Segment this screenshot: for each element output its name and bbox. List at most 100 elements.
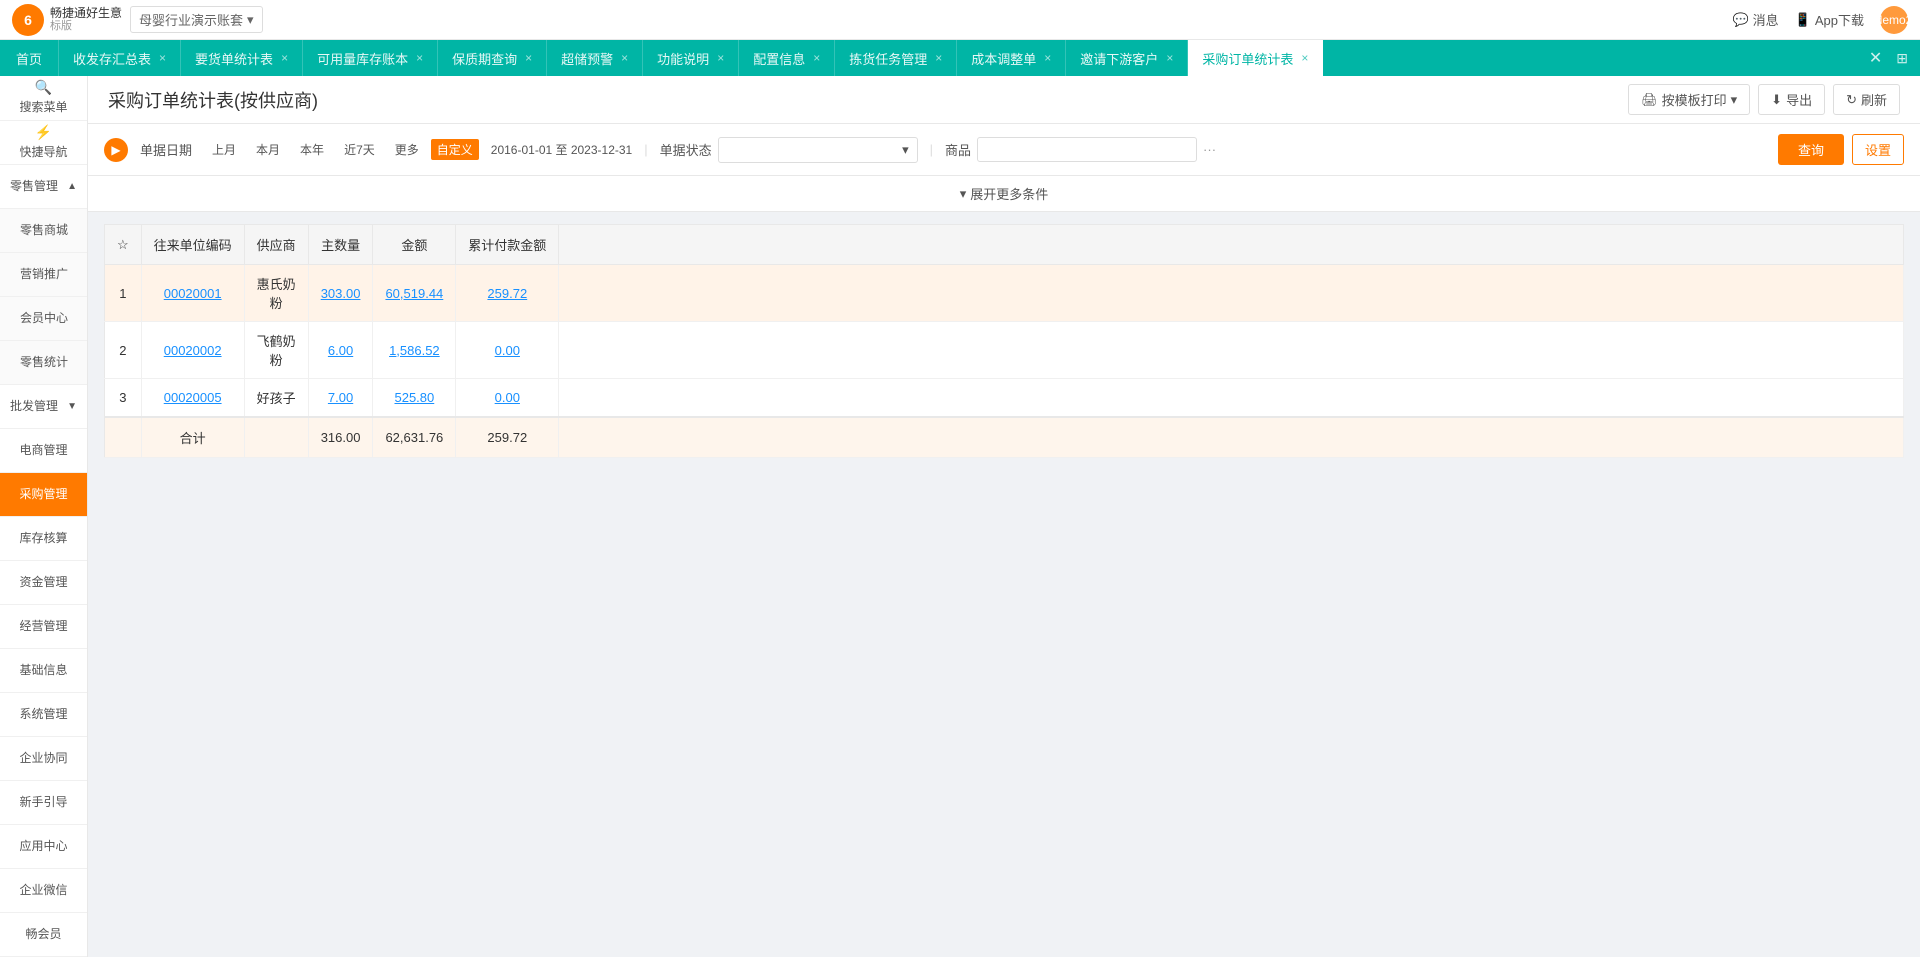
settings-button[interactable]: 设置 xyxy=(1852,134,1904,165)
close-tab-yhtj[interactable]: × xyxy=(281,51,288,65)
shortcut-7-days[interactable]: 近7天 xyxy=(336,139,383,160)
status-select[interactable]: ▾ xyxy=(718,137,918,163)
chevron-down-icon: ▾ xyxy=(247,12,254,28)
sidebar-item-appcenter[interactable]: 应用中心 xyxy=(0,825,87,869)
sidebar-item-vip[interactable]: 畅会员 xyxy=(0,913,87,957)
sidebar-item-search[interactable]: 🔍 搜索菜单 xyxy=(0,76,87,121)
close-tab-gnms[interactable]: × xyxy=(717,51,724,65)
refresh-button[interactable]: ↻ 刷新 xyxy=(1833,84,1900,115)
close-tab-phrkgl[interactable]: × xyxy=(935,51,942,65)
sidebar-item-inventory[interactable]: 库存核算 xyxy=(0,517,87,561)
sidebar-item-marketing[interactable]: 营销推广 xyxy=(0,253,87,297)
expand-tabs-button[interactable]: ⊞ xyxy=(1892,50,1912,67)
filter-actions: 查询 设置 xyxy=(1778,134,1904,165)
tab-gnms[interactable]: 功能说明 × xyxy=(643,40,739,76)
close-tab-kylkzb[interactable]: × xyxy=(416,51,423,65)
row-amount[interactable]: 525.80 xyxy=(373,379,456,418)
sidebar-item-shortcut[interactable]: ⚡ 快捷导航 xyxy=(0,121,87,166)
tab-home[interactable]: 首页 xyxy=(0,40,59,76)
date-range-display: 2016-01-01 至 2023-12-31 xyxy=(491,141,632,158)
close-tab-ccyj[interactable]: × xyxy=(621,51,628,65)
tab-ccyj[interactable]: 超储预警 × xyxy=(547,40,643,76)
shortcut-last-month[interactable]: 上月 xyxy=(204,139,244,160)
sidebar-item-purchase[interactable]: 采购管理 xyxy=(0,473,87,517)
sidebar-item-wechat[interactable]: 企业微信 xyxy=(0,869,87,913)
sidebar-item-member[interactable]: 会员中心 xyxy=(0,297,87,341)
sidebar-item-enterprise[interactable]: 企业协同 xyxy=(0,737,87,781)
shortcut-more[interactable]: 更多 xyxy=(387,139,427,160)
row-amount[interactable]: 60,519.44 xyxy=(373,265,456,322)
logo-icon: 6 xyxy=(12,4,44,36)
row-amount[interactable]: 1,586.52 xyxy=(373,322,456,379)
product-more-icon[interactable]: ··· xyxy=(1203,142,1216,157)
shortcut-this-month[interactable]: 本月 xyxy=(248,139,288,160)
message-action[interactable]: 💬 消息 xyxy=(1732,10,1778,29)
sidebar-item-wholesale[interactable]: 批发管理 ▼ xyxy=(0,385,87,429)
date-shortcuts: 上月 本月 本年 近7天 更多 自定义 xyxy=(204,139,479,160)
workspace-selector[interactable]: 母婴行业演示账套 ▾ xyxy=(130,6,263,33)
select-dropdown-icon: ▾ xyxy=(902,142,909,158)
row-qty[interactable]: 303.00 xyxy=(308,265,373,322)
tab-cbtz[interactable]: 成本调整单 × xyxy=(957,40,1066,76)
sidebar-item-retail-stats[interactable]: 零售统计 xyxy=(0,341,87,385)
app-download-action[interactable]: 📱 App下载 xyxy=(1795,10,1864,29)
row-paid[interactable]: 259.72 xyxy=(456,265,559,322)
row-code[interactable]: 00020001 xyxy=(141,265,244,322)
row-code[interactable]: 00020005 xyxy=(141,379,244,418)
close-tab-bxqcx[interactable]: × xyxy=(525,51,532,65)
shortcut-icon: ⚡ xyxy=(35,124,52,141)
tab-kylkzb[interactable]: 可用量库存账本 × xyxy=(303,40,438,76)
row-paid[interactable]: 0.00 xyxy=(456,322,559,379)
sidebar-item-retail-store[interactable]: 零售商城 xyxy=(0,209,87,253)
top-bar-right: 💬 消息 📱 App下载 demo2 xyxy=(1732,6,1908,34)
close-tab-yqxxykh[interactable]: × xyxy=(1166,51,1173,65)
logo-area[interactable]: 6 畅捷通好生意 标版 xyxy=(12,4,122,36)
tab-phrkgl[interactable]: 拣货任务管理 × xyxy=(835,40,957,76)
tab-yqxxykh[interactable]: 邀请下游客户 × xyxy=(1066,40,1188,76)
product-filter-field: 商品 ··· xyxy=(945,137,1216,162)
row-qty[interactable]: 6.00 xyxy=(308,322,373,379)
close-tab-shf[interactable]: × xyxy=(159,51,166,65)
row-idx: 2 xyxy=(105,322,142,379)
close-tab-cbtz[interactable]: × xyxy=(1044,51,1051,65)
th-qty: 主数量 xyxy=(308,225,373,265)
query-button[interactable]: 查询 xyxy=(1778,134,1844,165)
product-input[interactable] xyxy=(977,137,1197,162)
th-gear[interactable]: ☆ xyxy=(105,225,142,265)
sidebar-item-ecommerce[interactable]: 电商管理 xyxy=(0,429,87,473)
custom-date-badge[interactable]: 自定义 xyxy=(431,139,479,160)
tab-shf[interactable]: 收发存汇总表 × xyxy=(59,40,181,76)
row-code[interactable]: 00020002 xyxy=(141,322,244,379)
tab-pzxx[interactable]: 配置信息 × xyxy=(739,40,835,76)
filter-toggle-button[interactable]: ▶ xyxy=(104,138,128,162)
table-row: 3 00020005 好孩子 7.00 525.80 0.00 xyxy=(105,379,1904,418)
table-row: 2 00020002 飞鹤奶粉 6.00 1,586.52 0.00 xyxy=(105,322,1904,379)
tab-bxqcx[interactable]: 保质期查询 × xyxy=(438,40,547,76)
close-tab-pzxx[interactable]: × xyxy=(813,51,820,65)
sidebar-item-retail[interactable]: 零售管理 ▲ xyxy=(0,165,87,209)
shortcut-this-year[interactable]: 本年 xyxy=(292,139,332,160)
sidebar-item-system[interactable]: 系统管理 xyxy=(0,693,87,737)
row-paid[interactable]: 0.00 xyxy=(456,379,559,418)
sidebar-item-basic[interactable]: 基础信息 xyxy=(0,649,87,693)
top-bar-left: 6 畅捷通好生意 标版 母婴行业演示账套 ▾ xyxy=(12,4,263,36)
th-paid: 累计付款金额 xyxy=(456,225,559,265)
message-icon: 💬 xyxy=(1732,12,1748,28)
main-layout: 🔍 搜索菜单 ⚡ 快捷导航 零售管理 ▲ 零售商城 营销推广 会员中心 零售统计… xyxy=(0,76,1920,957)
close-all-tabs-button[interactable]: ✕ xyxy=(1865,48,1886,68)
sidebar-item-finance[interactable]: 资金管理 xyxy=(0,561,87,605)
print-button[interactable]: 🖨 按模板打印 ▾ xyxy=(1628,84,1750,115)
tab-yhtj[interactable]: 要货单统计表 × xyxy=(181,40,303,76)
product-filter-label: 商品 xyxy=(945,140,971,159)
table-row: 1 00020001 惠氏奶粉 303.00 60,519.44 259.72 xyxy=(105,265,1904,322)
export-icon: ⬇ xyxy=(1771,92,1782,108)
row-supplier: 惠氏奶粉 xyxy=(244,265,308,322)
tab-cgddtjb[interactable]: 采购订单统计表 × xyxy=(1188,40,1323,76)
row-qty[interactable]: 7.00 xyxy=(308,379,373,418)
sidebar-item-newguide[interactable]: 新手引导 xyxy=(0,781,87,825)
close-tab-cgddtjb[interactable]: × xyxy=(1301,51,1308,65)
export-button[interactable]: ⬇ 导出 xyxy=(1758,84,1825,115)
sidebar-item-operations[interactable]: 经营管理 xyxy=(0,605,87,649)
user-avatar[interactable]: demo2 xyxy=(1880,6,1908,34)
expand-more-button[interactable]: ▾ 展开更多条件 xyxy=(960,184,1049,203)
